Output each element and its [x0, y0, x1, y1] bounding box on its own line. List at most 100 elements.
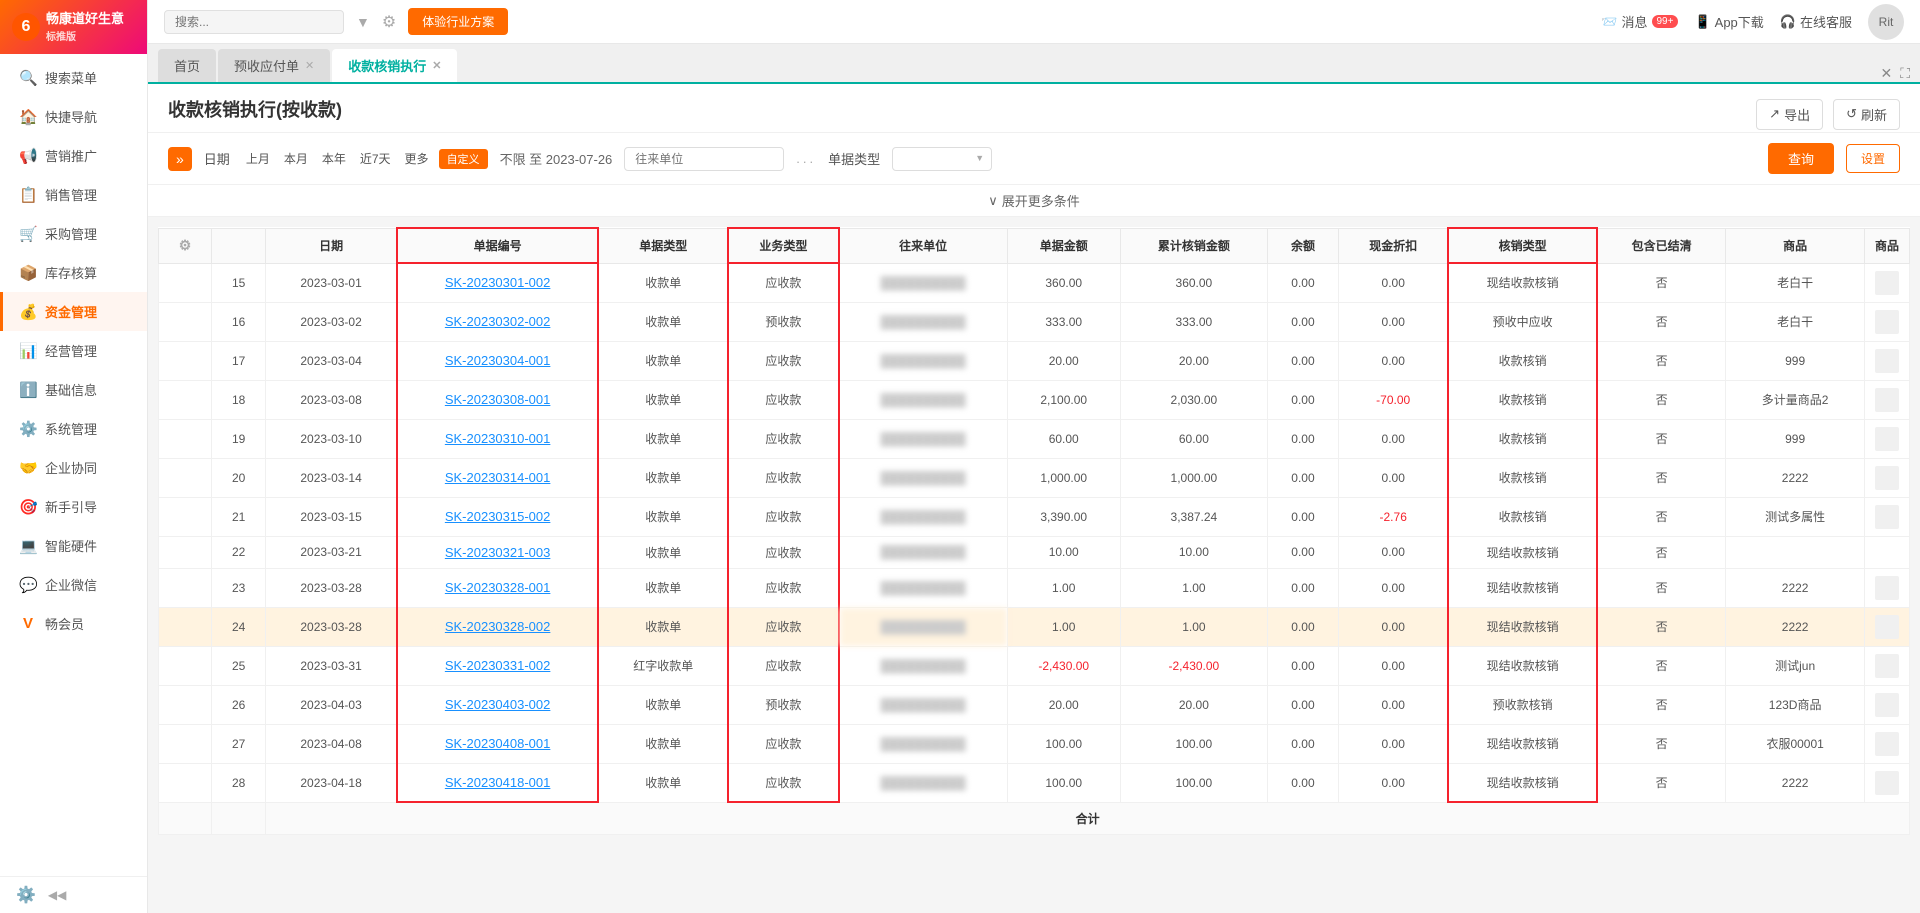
th-bill-type[interactable]: 单据类型	[598, 228, 728, 263]
messages-action[interactable]: 📨 消息 99+	[1601, 12, 1678, 31]
table-cell[interactable]: SK-20230321-003	[397, 536, 599, 568]
th-settings[interactable]: ⚙	[159, 228, 212, 263]
table-cell: 收款单	[598, 302, 728, 341]
sidebar-item-sales[interactable]: 📋销售管理	[0, 175, 147, 214]
sidebar-item-hardware[interactable]: 💻智能硬件	[0, 526, 147, 565]
sidebar-item-member[interactable]: V畅会员	[0, 604, 147, 643]
query-button[interactable]: 查询	[1768, 143, 1834, 174]
custom-date-button[interactable]: 自定义	[439, 149, 488, 169]
online-service-action[interactable]: 🎧 在线客服	[1780, 12, 1852, 31]
sidebar-item-finance[interactable]: 💰资金管理	[0, 292, 147, 331]
table-cell: 20.00	[1007, 341, 1120, 380]
table-cell: 现结收款核销	[1448, 724, 1597, 763]
table-cell[interactable]: SK-20230328-001	[397, 568, 599, 607]
sidebar-item-inventory[interactable]: 📦库存核算	[0, 253, 147, 292]
tab-prepay-close[interactable]: ✕	[305, 59, 314, 72]
th-goods[interactable]: 商品	[1726, 228, 1865, 263]
chevron-down-icon[interactable]: ▼	[356, 14, 370, 30]
sidebar-item-newbie[interactable]: 🎯新手引导	[0, 487, 147, 526]
settings-button[interactable]: 设置	[1846, 144, 1900, 173]
table-cell[interactable]: SK-20230418-001	[397, 763, 599, 802]
th-date[interactable]: 日期	[266, 228, 397, 263]
table-cell[interactable]: SK-20230301-002	[397, 263, 599, 302]
table-cell[interactable]: SK-20230310-001	[397, 419, 599, 458]
column-settings-icon[interactable]: ⚙	[179, 237, 192, 253]
table-cell[interactable]: SK-20230315-002	[397, 497, 599, 536]
th-biz-type[interactable]: 业务类型	[728, 228, 839, 263]
table-cell[interactable]: SK-20230403-002	[397, 685, 599, 724]
table-cell[interactable]: SK-20230314-001	[397, 458, 599, 497]
table-cell: 应收款	[728, 341, 839, 380]
table-cell: 2023-03-31	[266, 646, 397, 685]
sidebar-item-search[interactable]: 🔍搜索菜单	[0, 58, 147, 97]
date-option-more[interactable]: 更多	[401, 148, 433, 169]
settings-bottom-icon[interactable]: ⚙️	[16, 885, 36, 905]
export-button[interactable]: ↗ 导出	[1756, 99, 1823, 130]
th-balance[interactable]: 余额	[1267, 228, 1338, 263]
th-amount[interactable]: 单据金额	[1007, 228, 1120, 263]
sidebar-item-guide[interactable]: 🏠快捷导航	[0, 97, 147, 136]
export-icon: ↗	[1769, 106, 1780, 122]
sidebar-item-operations[interactable]: 📊经营管理	[0, 331, 147, 370]
table-cell: 2023-03-14	[266, 458, 397, 497]
th-unit[interactable]: 往来单位	[839, 228, 1007, 263]
sidebar-item-wechat[interactable]: 💬企业微信	[0, 565, 147, 604]
table-cell: 3,390.00	[1007, 497, 1120, 536]
tab-receipt[interactable]: 收款核销执行 ✕	[332, 49, 457, 82]
unit-cell: ██████████	[839, 763, 1007, 802]
table-cell[interactable]: SK-20230328-002	[397, 607, 599, 646]
table-cell[interactable]: SK-20230408-001	[397, 724, 599, 763]
table-cell: 收款单	[598, 607, 728, 646]
type-filter-select[interactable]	[892, 147, 992, 171]
tab-maximize-icon[interactable]: ⛶	[1900, 65, 1910, 82]
tab-prepay[interactable]: 预收应付单 ✕	[218, 49, 330, 82]
user-avatar[interactable]: Rit	[1868, 4, 1904, 40]
topbar-search-input[interactable]	[164, 10, 344, 34]
table-cell[interactable]: SK-20230331-002	[397, 646, 599, 685]
th-write-off[interactable]: 累计核销金额	[1120, 228, 1267, 263]
th-goods2[interactable]: 商品	[1864, 228, 1909, 263]
sidebar-item-system[interactable]: ⚙️系统管理	[0, 409, 147, 448]
tab-home[interactable]: 首页	[158, 49, 216, 82]
date-option-7days[interactable]: 近7天	[356, 148, 395, 169]
page-header: 收款核销执行(按收款) ↗ 导出 ↺ 刷新	[148, 84, 1920, 133]
collapse-icon[interactable]: ◀◀	[48, 888, 66, 902]
unit-cell: ██████████	[839, 263, 1007, 302]
date-option-this-month[interactable]: 本月	[280, 148, 312, 169]
topbar-gear-icon[interactable]: ⚙	[382, 12, 396, 32]
table-cell: 否	[1597, 568, 1726, 607]
sidebar-bottom: ⚙️ ◀◀	[0, 876, 147, 913]
unit-cell: ██████████	[839, 685, 1007, 724]
app-download-action[interactable]: 📱 App下载	[1694, 12, 1763, 31]
goods2-cell	[1864, 341, 1909, 380]
sidebar-item-marketing[interactable]: 📢营销推广	[0, 136, 147, 175]
table-row: 192023-03-10SK-20230310-001收款单应收款███████…	[159, 419, 1910, 458]
table-cell[interactable]: SK-20230304-001	[397, 341, 599, 380]
sidebar-item-purchase[interactable]: 🛒采购管理	[0, 214, 147, 253]
th-verify-type[interactable]: 核销类型	[1448, 228, 1597, 263]
th-bill-no[interactable]: 单据编号	[397, 228, 599, 263]
tab-close-all-icon[interactable]: ✕	[1880, 65, 1892, 82]
sidebar-item-enterprise[interactable]: 🤝企业协同	[0, 448, 147, 487]
table-cell: 0.00	[1339, 458, 1449, 497]
table-cell[interactable]: SK-20230308-001	[397, 380, 599, 419]
table-cell: 333.00	[1007, 302, 1120, 341]
date-option-last-month[interactable]: 上月	[242, 148, 274, 169]
refresh-button[interactable]: ↺ 刷新	[1833, 99, 1900, 130]
table-cell: 2222	[1726, 763, 1865, 802]
unit-filter-input[interactable]	[624, 147, 784, 171]
table-cell[interactable]: SK-20230302-002	[397, 302, 599, 341]
th-discount[interactable]: 现金折扣	[1339, 228, 1449, 263]
table-cell: 收款单	[598, 263, 728, 302]
member-icon: V	[19, 615, 37, 632]
sidebar-item-basic[interactable]: ℹ️基础信息	[0, 370, 147, 409]
th-include-settled[interactable]: 包含已结清	[1597, 228, 1726, 263]
tab-receipt-close[interactable]: ✕	[432, 59, 441, 72]
table-cell: 100.00	[1007, 724, 1120, 763]
date-option-this-year[interactable]: 本年	[318, 148, 350, 169]
expand-more-button[interactable]: ∨ 展开更多条件	[988, 191, 1080, 210]
table-cell: 0.00	[1339, 646, 1449, 685]
industry-solution-button[interactable]: 体验行业方案	[408, 8, 508, 35]
table-row: 182023-03-08SK-20230308-001收款单应收款███████…	[159, 380, 1910, 419]
filter-expand-button[interactable]: »	[168, 147, 192, 171]
